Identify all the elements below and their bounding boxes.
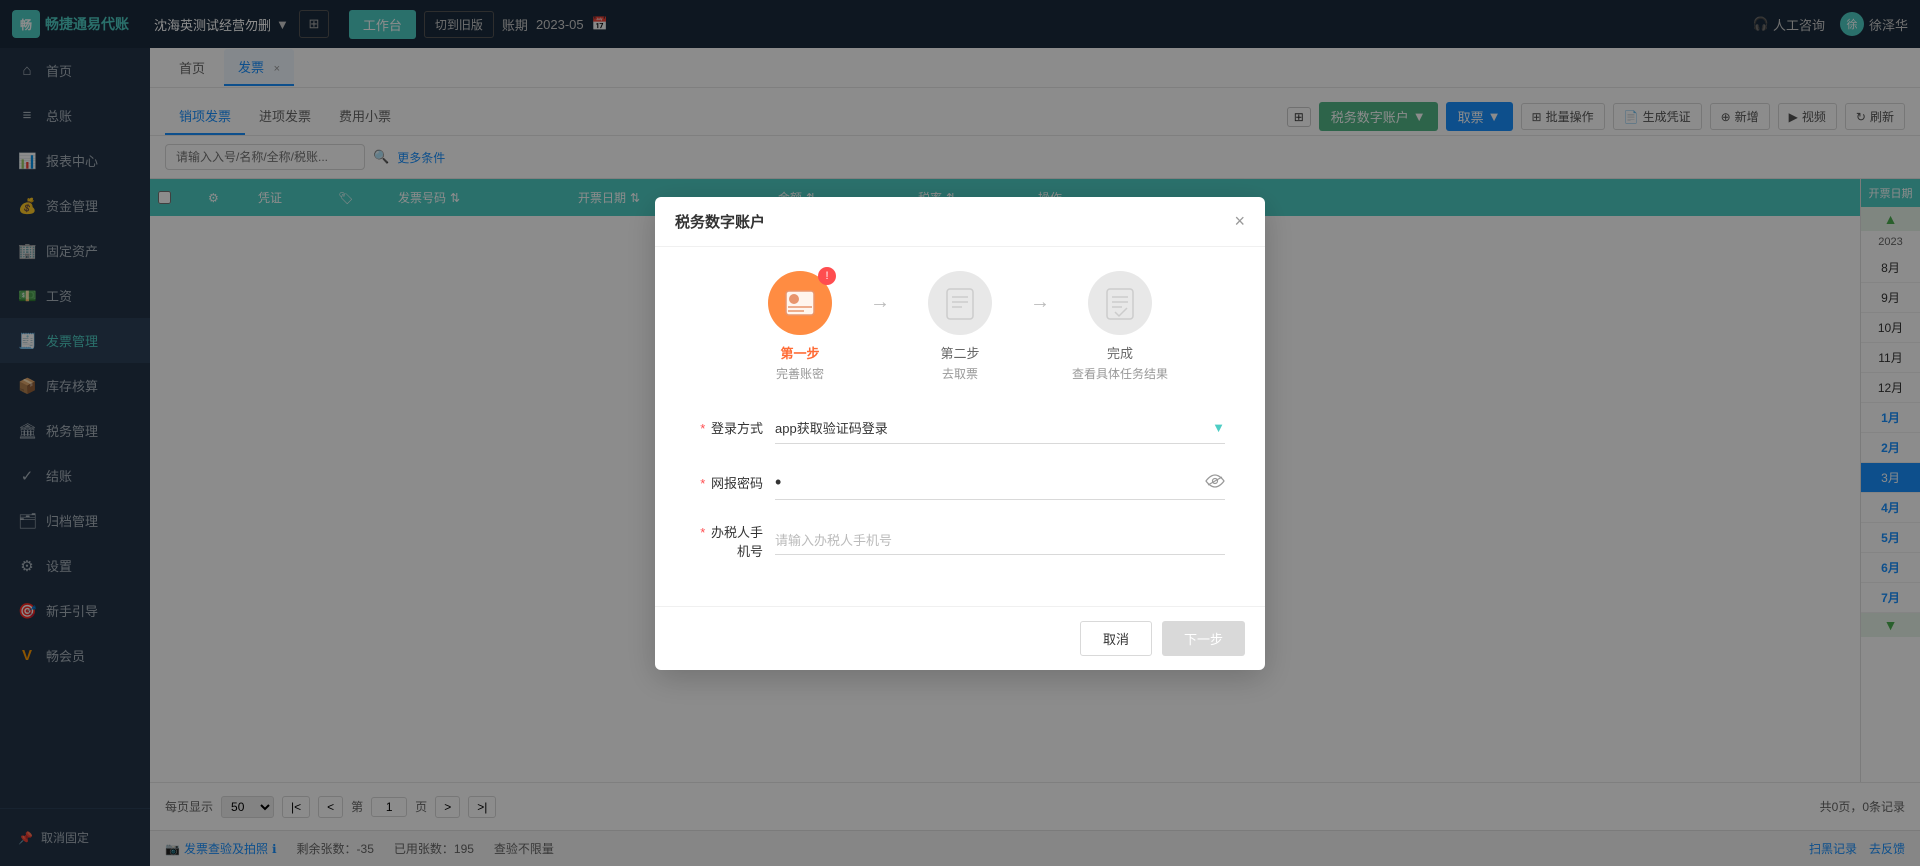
step-2-label: 第二步 [940,343,979,362]
phone-label: * 办税人手机号 [695,522,775,560]
modal-overlay[interactable]: 税务数字账户 × [0,0,1920,866]
login-method-select[interactable]: app获取验证码登录 ▼ [775,412,1225,444]
toggle-password-icon[interactable] [1205,474,1225,491]
phone-label-text: 办税人手机号 [711,525,763,559]
password-control: • [775,466,1225,500]
login-method-control: app获取验证码登录 ▼ [775,412,1225,444]
step-2-desc: 去取票 [942,365,978,382]
step-3-label: 完成 [1107,343,1133,362]
step-arrow-1: → [870,271,890,314]
step-1-badge: ! [768,271,832,335]
password-dots: • [775,472,784,493]
dialog-header: 税务数字账户 × [655,197,1265,247]
stepper: ! 第一步 完善账密 → [695,271,1225,382]
password-required-mark: * [700,476,705,491]
dialog-body: ! 第一步 完善账密 → [655,247,1265,606]
step-2-circle [928,271,992,335]
step-1-desc: 完善账密 [776,365,824,382]
login-method-text: 登录方式 [711,421,763,436]
step-3-svg [1102,285,1138,321]
step-2: 第二步 去取票 [890,271,1030,382]
step-1-error-badge: ! [818,267,836,285]
password-row: * 网报密码 • [695,466,1225,500]
login-method-row: * 登录方式 app获取验证码登录 ▼ [695,412,1225,444]
password-field: • [775,466,1225,500]
password-label-text: 网报密码 [711,476,763,491]
step-3-desc: 查看具体任务结果 [1072,365,1168,382]
login-method-label: * 登录方式 [695,418,775,437]
dialog-title: 税务数字账户 [675,211,765,232]
phone-control [775,527,1225,555]
step-arrow-2: → [1030,271,1050,314]
phone-required-mark: * [700,525,705,540]
login-method-value: app获取验证码登录 [775,418,888,437]
step-3: 完成 查看具体任务结果 [1050,271,1190,382]
dialog-footer: 取消 下一步 [655,606,1265,670]
next-button[interactable]: 下一步 [1162,621,1245,656]
cancel-button[interactable]: 取消 [1080,621,1152,656]
dialog-close-btn[interactable]: × [1234,211,1245,232]
tax-digital-dialog: 税务数字账户 × [655,197,1265,670]
step-1-label: 第一步 [780,343,819,362]
step-3-circle [1088,271,1152,335]
select-dropdown-icon: ▼ [1212,420,1225,435]
step-1-svg [782,285,818,321]
phone-row: * 办税人手机号 [695,522,1225,560]
step-2-svg [942,285,978,321]
phone-input[interactable] [775,527,1225,555]
password-label: * 网报密码 [695,473,775,492]
login-required-mark: * [700,421,705,436]
step-1: ! 第一步 完善账密 [730,271,870,382]
